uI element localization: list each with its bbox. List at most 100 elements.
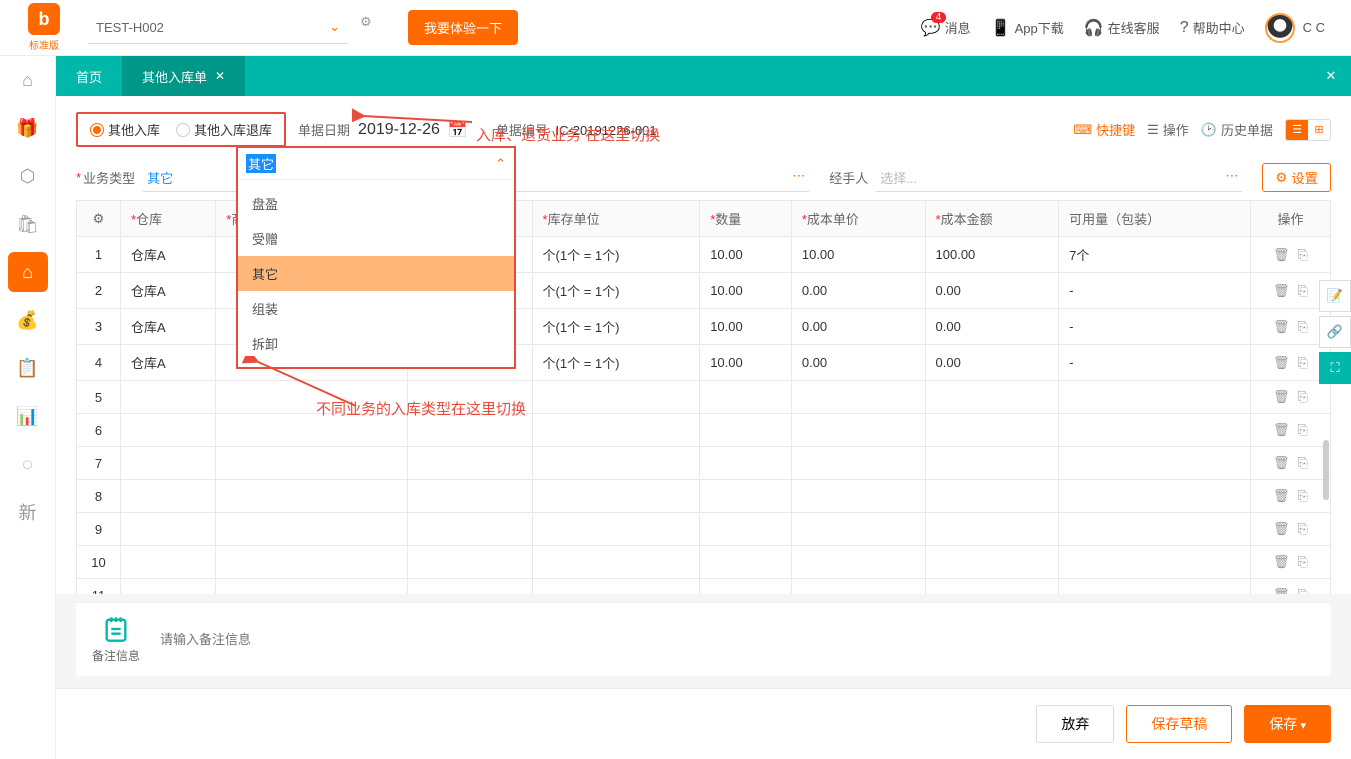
form-area: 其他入库 其他入库退库 单据日期 2019-12-26 📅 单据编号 IC-20… (56, 96, 1351, 200)
delete-row-icon[interactable]: 🗑 (1273, 488, 1290, 503)
copy-row-icon[interactable]: ⎘ (1298, 319, 1308, 334)
nav-clipboard-icon[interactable]: 📋 (8, 348, 48, 388)
view-list-icon[interactable]: ☰ (1286, 120, 1308, 140)
note-tool-icon[interactable]: 📝 (1319, 280, 1351, 312)
calendar-icon[interactable]: 📅 (448, 120, 468, 140)
dropdown-option[interactable]: 拆卸 (238, 326, 514, 361)
dropdown-option[interactable]: 受赠 (238, 221, 514, 256)
logo-icon: b (28, 3, 60, 35)
copy-row-icon[interactable]: ⎘ (1298, 521, 1308, 536)
table-row[interactable]: 11🗑⎘ (77, 579, 1331, 595)
message-badge: 4 (931, 12, 947, 23)
dropdown-option[interactable]: 盘盈 (238, 186, 514, 221)
doc-date[interactable]: 单据日期 2019-12-26 📅 (298, 120, 468, 140)
copy-row-icon[interactable]: ⎘ (1298, 422, 1308, 437)
radio-other-return[interactable]: 其他入库退库 (176, 120, 272, 139)
tabs-bar: 首页 其他入库单 ✕ ✕ (56, 56, 1351, 96)
table-row[interactable]: 7🗑⎘ (77, 447, 1331, 480)
notes-input[interactable] (160, 632, 1315, 647)
delete-row-icon[interactable]: 🗑 (1273, 389, 1290, 404)
view-grid-icon[interactable]: ⊞ (1308, 120, 1330, 140)
gear-icon[interactable]: ⚙ (360, 14, 388, 42)
delete-row-icon[interactable]: 🗑 (1273, 554, 1290, 569)
ops-link[interactable]: ☰操作 (1147, 120, 1189, 139)
sidebar: ⌂ 🎁 ⬡ 🛍 ⌂ 💰 📋 📊 ◌ 新 (0, 0, 56, 759)
tab-other-in[interactable]: 其他入库单 ✕ (122, 56, 245, 96)
trial-button[interactable]: 我要体验一下 (408, 10, 518, 45)
save-draft-button[interactable]: 保存草稿 (1126, 705, 1232, 743)
nav-new-icon[interactable]: 新 (8, 492, 48, 532)
annotation-top: 入库、退货业务 在这里切换 (476, 124, 660, 145)
shortcut-link[interactable]: ⌨快捷键 (1073, 120, 1135, 139)
copy-row-icon[interactable]: ⎘ (1298, 488, 1308, 503)
settings-button[interactable]: ⚙设置 (1262, 163, 1331, 192)
copy-row-icon[interactable]: ⎘ (1298, 455, 1308, 470)
view-toggle[interactable]: ☰ ⊞ (1285, 119, 1331, 141)
dropdown-option[interactable]: 其它 (238, 256, 514, 291)
close-icon[interactable]: ✕ (215, 69, 225, 83)
delete-row-icon[interactable]: 🗑 (1273, 422, 1290, 437)
link-tool-icon[interactable]: 🔗 (1319, 316, 1351, 348)
handler-select[interactable]: 选择... ⋯ (876, 164, 1242, 192)
tab-home[interactable]: 首页 (56, 56, 122, 96)
user-menu[interactable]: C C (1265, 13, 1325, 43)
customer-service-link[interactable]: 🎧 在线客服 (1084, 18, 1160, 38)
nav-warehouse-icon[interactable]: ⌂ (8, 252, 48, 292)
org-select[interactable]: TEST-H002 ⌄ (88, 12, 348, 44)
nav-money-icon[interactable]: 💰 (8, 300, 48, 340)
inout-radio-group: 其他入库 其他入库退库 (76, 112, 286, 147)
main-area: 首页 其他入库单 ✕ ✕ 其他入库 其他入库退库 单据日期 2019-12-26… (56, 0, 1351, 759)
copy-row-icon[interactable]: ⎘ (1298, 389, 1308, 404)
nav-house-icon[interactable]: ⬡ (8, 156, 48, 196)
gear-column[interactable]: ⚙ (77, 201, 121, 237)
footer-buttons: 放弃 保存草稿 保存 (56, 688, 1351, 759)
dropdown-search[interactable]: 其它 ⌃ (238, 148, 514, 180)
table-row[interactable]: 9🗑⎘ (77, 513, 1331, 546)
copy-row-icon[interactable]: ⎘ (1298, 554, 1308, 569)
table-row[interactable]: 5🗑⎘ (77, 381, 1331, 414)
org-name: TEST-H002 (96, 20, 164, 35)
headset-icon: 🎧 (1084, 18, 1104, 38)
discard-button[interactable]: 放弃 (1036, 705, 1114, 743)
radio-other-in[interactable]: 其他入库 (90, 120, 160, 139)
more-icon[interactable]: ⋯ (792, 168, 805, 184)
nav-sync-icon[interactable]: ◌ (8, 444, 48, 484)
copy-row-icon[interactable]: ⎘ (1298, 283, 1308, 298)
close-all-tabs[interactable]: ✕ (1311, 56, 1351, 96)
chevron-down-icon: ⌄ (329, 19, 340, 35)
nav-gift-icon[interactable]: 🎁 (8, 108, 48, 148)
delete-row-icon[interactable]: 🗑 (1273, 247, 1290, 262)
app-download-link[interactable]: 📱 App下载 (991, 18, 1064, 38)
scrollbar-thumb[interactable] (1323, 440, 1329, 500)
delete-row-icon[interactable]: 🗑 (1273, 455, 1290, 470)
notes-icon: 备注信息 (92, 615, 140, 664)
phone-icon: 📱 (991, 18, 1011, 38)
copy-row-icon[interactable]: ⎘ (1298, 247, 1308, 262)
table-row[interactable]: 8🗑⎘ (77, 480, 1331, 513)
delete-row-icon[interactable]: 🗑 (1273, 587, 1290, 594)
chevron-up-icon: ⌃ (495, 156, 506, 172)
help-icon: ? (1180, 19, 1189, 37)
nav-report-icon[interactable]: 📊 (8, 396, 48, 436)
delete-row-icon[interactable]: 🗑 (1273, 521, 1290, 536)
table-row[interactable]: 6🗑⎘ (77, 414, 1331, 447)
menu-icon: ☰ (1147, 122, 1159, 138)
save-button[interactable]: 保存 (1244, 705, 1331, 743)
nav-bag-icon[interactable]: 🛍 (8, 204, 48, 244)
messages-link[interactable]: 💬 消息 4 (921, 18, 971, 38)
copy-row-icon[interactable]: ⎘ (1298, 355, 1308, 370)
delete-row-icon[interactable]: 🗑 (1273, 355, 1290, 370)
table-row[interactable]: 10🗑⎘ (77, 546, 1331, 579)
dropdown-option[interactable]: 组装 (238, 291, 514, 326)
business-type-dropdown: 其它 ⌃ 盘盈 受赠 其它 组装 拆卸 (236, 146, 516, 369)
history-icon: 🕑 (1201, 122, 1217, 138)
more-icon[interactable]: ⋯ (1225, 168, 1238, 184)
help-link[interactable]: ? 帮助中心 (1180, 18, 1245, 37)
delete-row-icon[interactable]: 🗑 (1273, 283, 1290, 298)
copy-row-icon[interactable]: ⎘ (1298, 587, 1308, 594)
logo[interactable]: b 标准版 (16, 3, 72, 52)
nav-home-icon[interactable]: ⌂ (8, 60, 48, 100)
history-link[interactable]: 🕑历史单据 (1201, 120, 1273, 139)
expand-tool-icon[interactable]: ⛶ (1319, 352, 1351, 384)
delete-row-icon[interactable]: 🗑 (1273, 319, 1290, 334)
